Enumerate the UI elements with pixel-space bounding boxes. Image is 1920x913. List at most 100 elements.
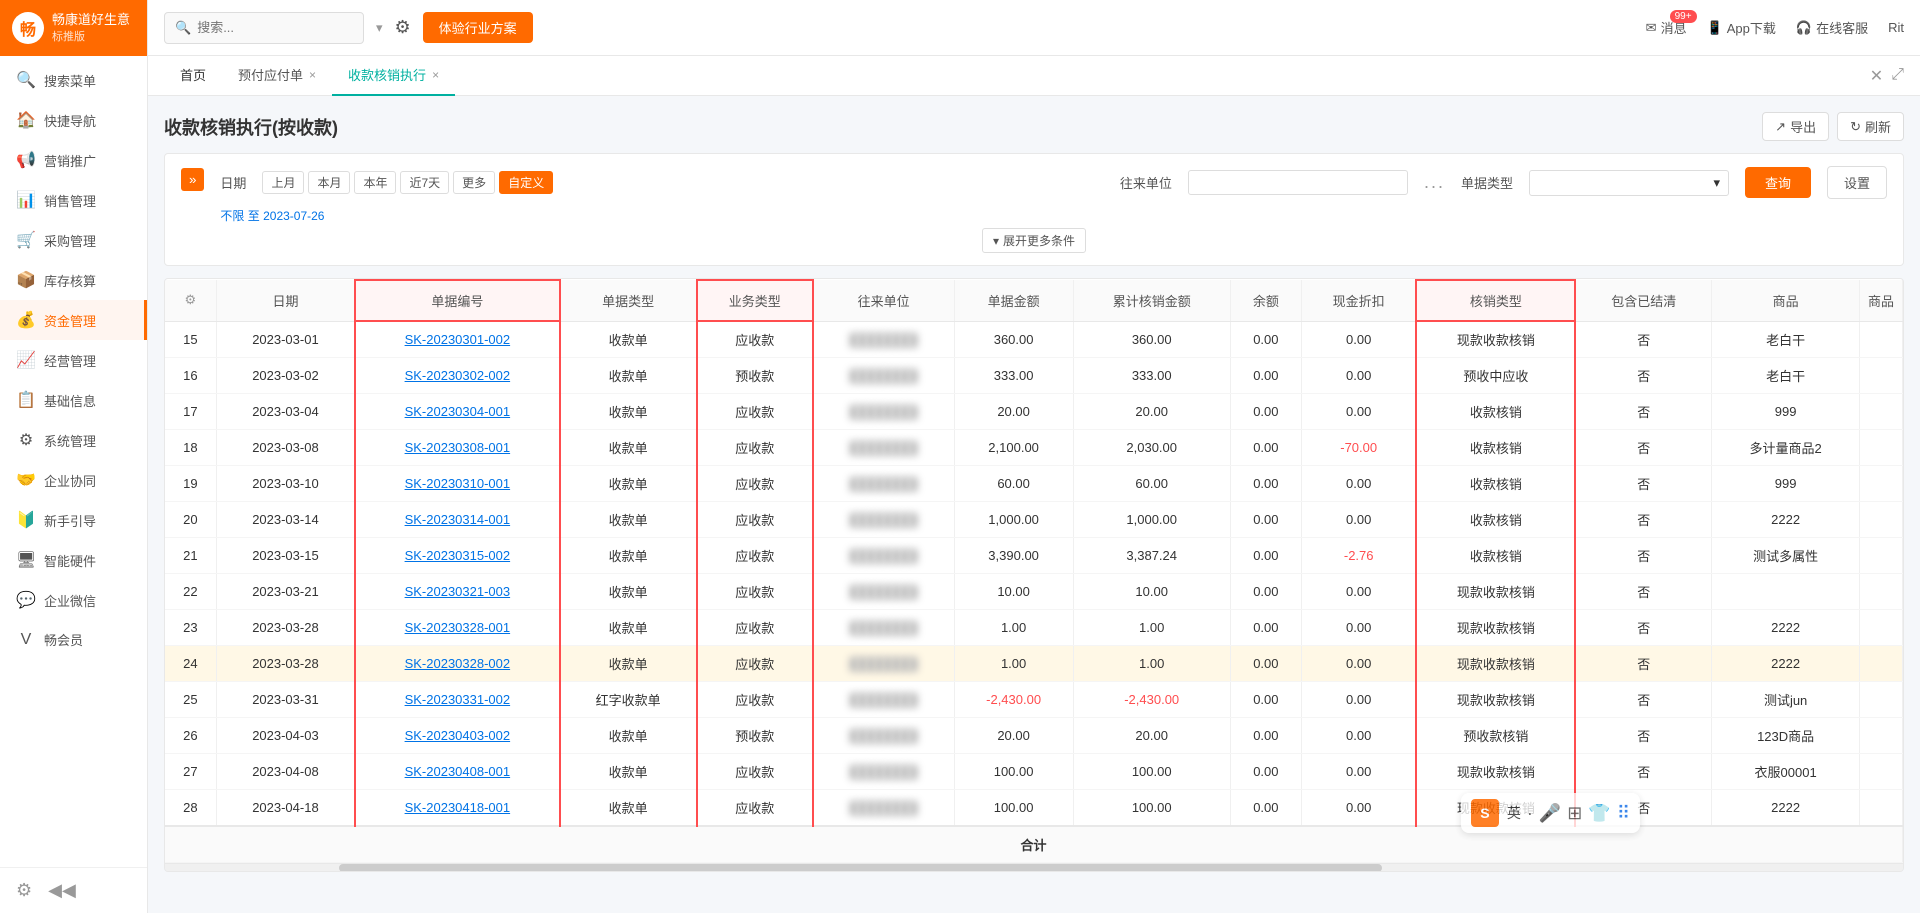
query-button[interactable]: 查询 bbox=[1745, 167, 1811, 198]
date-btn-last-month[interactable]: 上月 bbox=[262, 171, 304, 194]
bill-no-link[interactable]: SK-20230301-002 bbox=[405, 332, 511, 347]
sidebar-item-shortcut[interactable]: 🏠快捷导航 bbox=[0, 100, 147, 140]
topbar-gear-icon[interactable]: ⚙ bbox=[395, 17, 411, 38]
partner-value: ████████ bbox=[850, 369, 918, 383]
date-btn-custom[interactable]: 自定义 bbox=[499, 171, 553, 194]
tab-expand-icon[interactable]: ⤢ bbox=[1891, 66, 1904, 86]
table-row: 19 2023-03-10 SK-20230310-001 收款单 应收款 ██… bbox=[165, 466, 1903, 502]
export-button[interactable]: ↗ 导出 bbox=[1762, 112, 1829, 141]
bill-no-link[interactable]: SK-20230310-001 bbox=[405, 476, 511, 491]
topbar-arrow-icon[interactable]: ▾ bbox=[376, 20, 383, 36]
grid-icon[interactable]: ⊞ bbox=[1567, 803, 1582, 824]
cell-bill-type: 收款单 bbox=[560, 610, 697, 646]
date-btn-7days[interactable]: 近7天 bbox=[400, 171, 449, 194]
bill-no-link[interactable]: SK-20230321-003 bbox=[405, 584, 511, 599]
unit-filter-input[interactable] bbox=[1188, 170, 1408, 195]
bill-no-link[interactable]: SK-20230403-002 bbox=[405, 728, 511, 743]
bill-no-link[interactable]: SK-20230314-001 bbox=[405, 512, 511, 527]
bill-no-link[interactable]: SK-20230308-001 bbox=[405, 440, 511, 455]
tab-home[interactable]: 首页 bbox=[164, 56, 222, 96]
bill-no-link[interactable]: SK-20230315-002 bbox=[405, 548, 511, 563]
topbar-search-box[interactable]: 🔍 bbox=[164, 12, 364, 44]
sidebar-item-sales[interactable]: 📊销售管理 bbox=[0, 180, 147, 220]
cell-cum-amount: 2,030.00 bbox=[1073, 430, 1230, 466]
hardware-label: 智能硬件 bbox=[44, 551, 96, 570]
receipt-type-select[interactable]: ▾ bbox=[1529, 170, 1729, 196]
date-btn-this-month[interactable]: 本月 bbox=[308, 171, 350, 194]
filter-expand-btn[interactable]: » bbox=[181, 168, 204, 191]
cell-partner: ████████ bbox=[813, 502, 954, 538]
sidebar-item-basic[interactable]: 📋基础信息 bbox=[0, 380, 147, 420]
shirt-icon[interactable]: 👕 bbox=[1588, 803, 1610, 824]
sidebar-item-corp[interactable]: 🤝企业协同 bbox=[0, 460, 147, 500]
expand-conditions-btn[interactable]: ▾ 展开更多条件 bbox=[982, 228, 1086, 253]
bill-no-link[interactable]: SK-20230304-001 bbox=[405, 404, 511, 419]
mic-icon[interactable]: 🎤 bbox=[1539, 803, 1561, 824]
industry-solution-button[interactable]: 体验行业方案 bbox=[423, 12, 533, 43]
bill-no-link[interactable]: SK-20230328-001 bbox=[405, 620, 511, 635]
sidebar-item-finance[interactable]: 💰资金管理 bbox=[0, 300, 147, 340]
col-header-partner: 往来单位 bbox=[813, 280, 954, 321]
sidebar-item-operation[interactable]: 📈经营管理 bbox=[0, 340, 147, 380]
scroll-thumb[interactable] bbox=[339, 864, 1382, 872]
date-btn-more[interactable]: 更多 bbox=[453, 171, 495, 194]
sidebar-item-wechat[interactable]: 💬企业微信 bbox=[0, 580, 147, 620]
sidebar-item-marketing[interactable]: 📢营销推广 bbox=[0, 140, 147, 180]
online-service-action[interactable]: 🎧 在线客服 bbox=[1796, 18, 1868, 37]
basic-icon: 📋 bbox=[16, 390, 36, 410]
bill-no-link[interactable]: SK-20230328-002 bbox=[405, 656, 511, 671]
app-download-action[interactable]: 📱 App下载 bbox=[1707, 18, 1776, 37]
messages-action[interactable]: ✉ 消息 99+ bbox=[1646, 18, 1687, 37]
bill-no-link[interactable]: SK-20230408-001 bbox=[405, 764, 511, 779]
tab-pre-payment-close[interactable]: × bbox=[309, 68, 316, 82]
bill-no-link[interactable]: SK-20230418-001 bbox=[405, 800, 511, 815]
sidebar-item-hardware[interactable]: 🖥智能硬件 bbox=[0, 540, 147, 580]
cell-include-settled: 否 bbox=[1575, 430, 1712, 466]
en-icon[interactable]: 英 bbox=[1507, 803, 1521, 824]
tab-pre-payment[interactable]: 预付应付单 × bbox=[222, 56, 332, 96]
partner-value: ████████ bbox=[850, 441, 918, 455]
input-toolbar: S 英 · 🎤 ⊞ 👕 ⠿ bbox=[1461, 793, 1640, 833]
partner-value: ████████ bbox=[850, 765, 918, 779]
sidebar-collapse-icon[interactable]: ◀◀ bbox=[48, 880, 76, 901]
bill-no-link[interactable]: SK-20230302-002 bbox=[405, 368, 511, 383]
apps-icon[interactable]: ⠿ bbox=[1617, 803, 1630, 824]
dot-icon[interactable]: · bbox=[1527, 803, 1533, 824]
cell-bill-no: SK-20230418-001 bbox=[355, 790, 559, 827]
cell-cash-discount: 0.00 bbox=[1301, 394, 1416, 430]
horizontal-scrollbar[interactable] bbox=[165, 863, 1903, 871]
cell-product2 bbox=[1859, 430, 1902, 466]
tab-receipt-exec-close[interactable]: × bbox=[432, 68, 439, 82]
cell-include-settled: 否 bbox=[1575, 574, 1712, 610]
cell-product: 老白干 bbox=[1712, 321, 1860, 358]
sidebar-settings-icon[interactable]: ⚙ bbox=[16, 880, 32, 901]
sidebar-item-member[interactable]: V畅会员 bbox=[0, 620, 147, 659]
tab-receipt-exec[interactable]: 收款核销执行 × bbox=[332, 56, 455, 96]
tab-close-all-icon[interactable]: ✕ bbox=[1870, 66, 1883, 86]
sidebar-item-purchase[interactable]: 🛒采购管理 bbox=[0, 220, 147, 260]
sidebar-logo: 畅 畅康道好生意 标推版 bbox=[0, 0, 147, 56]
refresh-button[interactable]: ↻ 刷新 bbox=[1837, 112, 1904, 141]
sidebar-item-system[interactable]: ⚙系统管理 bbox=[0, 420, 147, 460]
cell-balance: 0.00 bbox=[1230, 466, 1301, 502]
message-badge: 99+ bbox=[1670, 10, 1697, 23]
cell-product: 999 bbox=[1712, 394, 1860, 430]
date-btn-this-year[interactable]: 本年 bbox=[354, 171, 396, 194]
sales-icon: 📊 bbox=[16, 190, 36, 210]
cell-bill-no: SK-20230328-001 bbox=[355, 610, 559, 646]
search-input[interactable] bbox=[197, 20, 327, 35]
sidebar-item-inventory[interactable]: 📦库存核算 bbox=[0, 260, 147, 300]
cell-cash-discount: 0.00 bbox=[1301, 718, 1416, 754]
col-header-settings[interactable]: ⚙ bbox=[165, 280, 216, 321]
sidebar-item-guide[interactable]: 🔰新手引导 bbox=[0, 500, 147, 540]
cell-balance: 0.00 bbox=[1230, 321, 1301, 358]
cell-product: 多计量商品2 bbox=[1712, 430, 1860, 466]
bill-no-link[interactable]: SK-20230331-002 bbox=[405, 692, 511, 707]
sidebar-item-search[interactable]: 🔍搜索菜单 bbox=[0, 60, 147, 100]
settings-button[interactable]: 设置 bbox=[1827, 166, 1887, 199]
table-settings-icon[interactable]: ⚙ bbox=[185, 292, 197, 307]
user-action[interactable]: Rit bbox=[1888, 20, 1904, 35]
cell-cum-amount: 60.00 bbox=[1073, 466, 1230, 502]
table-row: 28 2023-04-18 SK-20230418-001 收款单 应收款 ██… bbox=[165, 790, 1903, 827]
cell-num: 25 bbox=[165, 682, 216, 718]
